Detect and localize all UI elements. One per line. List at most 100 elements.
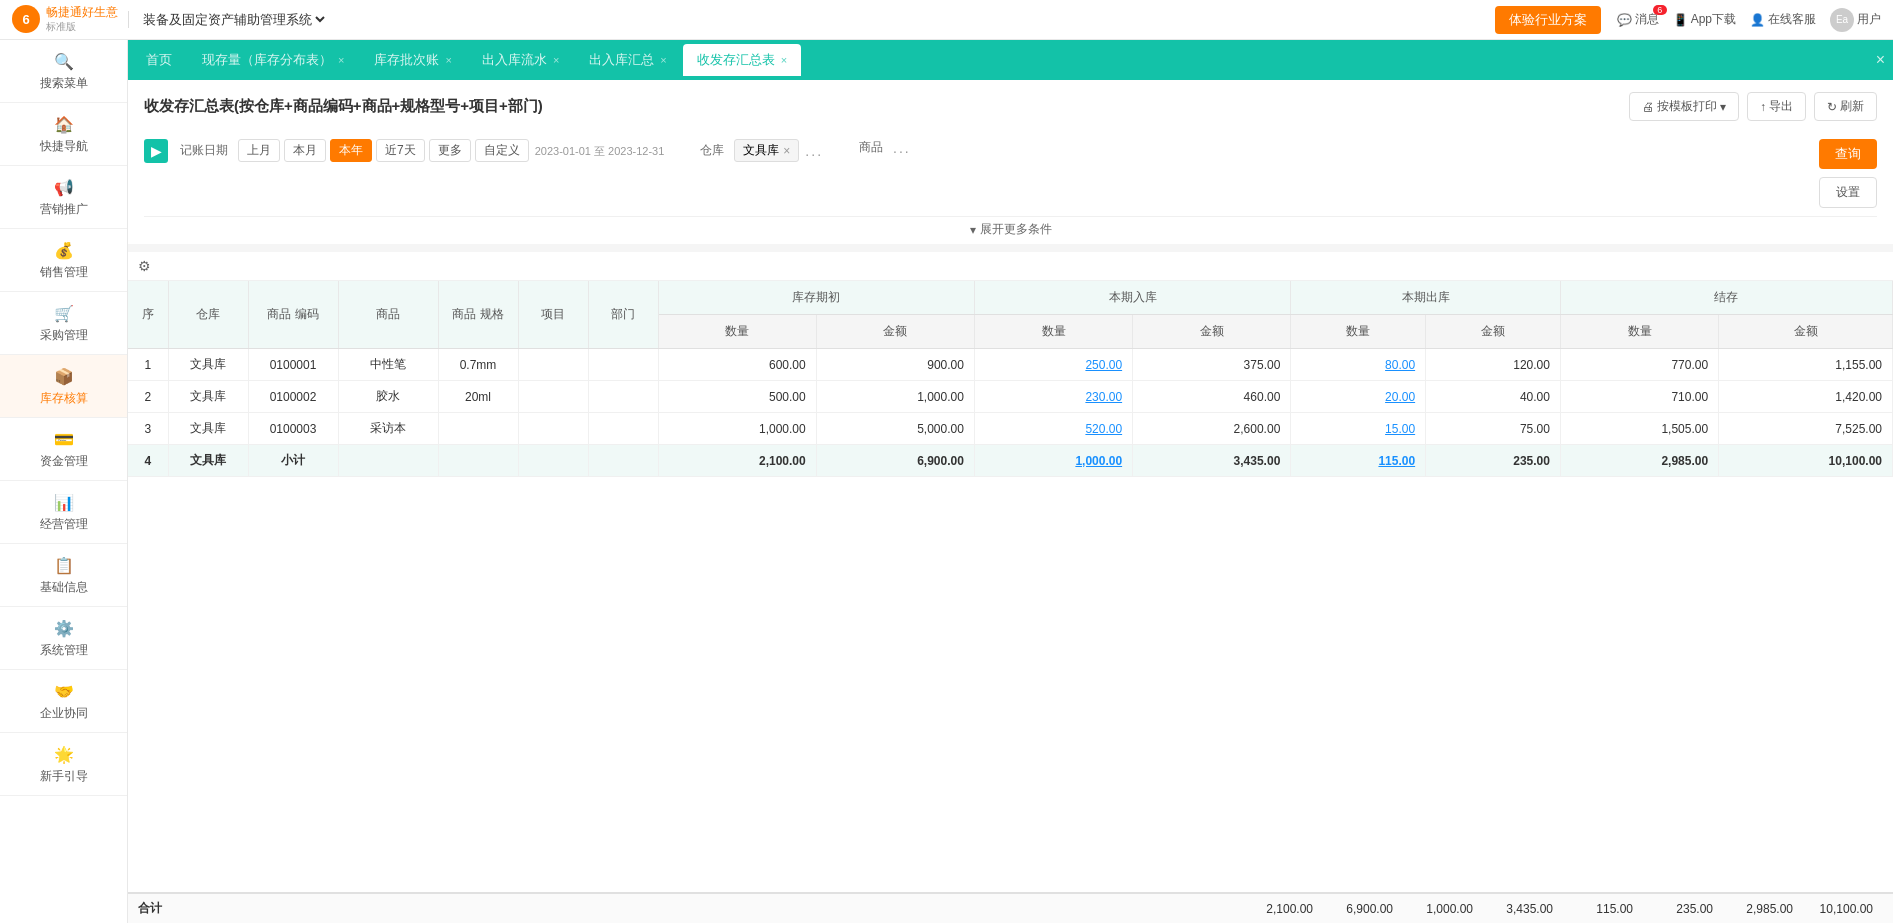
row3-open-qty: 1,000.00 [658,413,816,445]
expand-button[interactable]: ▾ 展开更多条件 [970,221,1052,238]
row3-out-qty[interactable]: 15.00 [1291,413,1426,445]
sidebar-item-operations[interactable]: 📊 经营管理 [0,481,127,544]
row1-in-qty[interactable]: 250.00 [974,349,1132,381]
row2-out-qty[interactable]: 20.00 [1291,381,1426,413]
tab-receive-summary[interactable]: 收发存汇总表 × [683,44,801,76]
date-custom[interactable]: 自定义 [475,139,529,162]
sidebar-item-newbie[interactable]: 🌟 新手引导 [0,733,127,796]
online-service-item[interactable]: 👤 在线客服 [1750,11,1816,28]
app-download-label: App下载 [1691,11,1736,28]
app-download-item[interactable]: 📱 App下载 [1673,11,1736,28]
subtotal-empty2 [438,445,518,477]
print-button[interactable]: 🖨 按模板打印 ▾ [1629,92,1739,121]
tab-stock-dist-close[interactable]: × [338,54,344,66]
system-selector[interactable]: 装备及固定资产辅助管理系统 [139,11,328,28]
footer-label: 合计 [138,900,558,917]
row3-warehouse: 文具库 [168,413,248,445]
export-button[interactable]: ↑ 导出 [1747,92,1806,121]
sidebar-item-purchase[interactable]: 🛒 采购管理 [0,292,127,355]
user-item[interactable]: Ea 用户 [1830,8,1881,32]
expand-icon: ▾ [970,223,976,237]
row3-bal-qty: 1,505.00 [1560,413,1718,445]
tab-home[interactable]: 首页 [132,44,186,76]
date-more[interactable]: 更多 [429,139,471,162]
message-item[interactable]: 💬 消息 6 [1617,11,1659,28]
row3-dept [588,413,658,445]
row2-in-qty[interactable]: 230.00 [974,381,1132,413]
row3-out-amt: 75.00 [1426,413,1561,445]
service-icon: 👤 [1750,13,1765,27]
warehouse-tag[interactable]: 文具库 × [734,139,799,162]
user-label: 用户 [1857,11,1881,28]
avatar: Ea [1830,8,1854,32]
row2-code: 0100002 [248,381,338,413]
tab-batch[interactable]: 库存批次账 × [360,44,465,76]
search-icon: 🔍 [54,52,74,71]
tab-receive-summary-label: 收发存汇总表 [697,51,775,69]
row2-warehouse: 文具库 [168,381,248,413]
tab-bar-close-all[interactable]: × [1876,51,1885,69]
warehouse-label: 仓库 [700,142,724,159]
settings-button[interactable]: 设置 [1819,177,1877,208]
table-wrapper: ⚙ 序 仓库 商品 编码 商品 商品 规格 项目 部门 库存期初 [128,252,1893,892]
subtotal-label: 小计 [248,445,338,477]
row3-in-qty[interactable]: 520.00 [974,413,1132,445]
tab-batch-close[interactable]: × [445,54,451,66]
refresh-button[interactable]: ↻ 刷新 [1814,92,1877,121]
col-inbound-header: 本期入库 [974,281,1290,315]
row1-open-qty: 600.00 [658,349,816,381]
tab-inout-summary[interactable]: 出入库汇总 × [575,44,680,76]
sidebar-item-base-info[interactable]: 📋 基础信息 [0,544,127,607]
sidebar-item-marketing[interactable]: 📢 营销推广 [0,166,127,229]
top-actions: 体验行业方案 💬 消息 6 📱 App下载 👤 在线客服 Ea 用户 [1495,6,1881,34]
row2-open-amt: 1,000.00 [816,381,974,413]
tab-inout-summary-close[interactable]: × [660,54,666,66]
sidebar-item-inventory[interactable]: 📦 库存核算 [0,355,127,418]
box-icon: 📦 [54,367,74,386]
sidebar-item-finance[interactable]: 💳 资金管理 [0,418,127,481]
row2-project [518,381,588,413]
sidebar-item-quick-nav[interactable]: 🏠 快捷导航 [0,103,127,166]
tab-inout-flow-close[interactable]: × [553,54,559,66]
sidebar-item-system[interactable]: ⚙️ 系统管理 [0,607,127,670]
sidebar-item-sales[interactable]: 💰 销售管理 [0,229,127,292]
tab-inout-flow[interactable]: 出入库流水 × [468,44,573,76]
footer-bal-qty: 2,985.00 [1723,902,1803,916]
sidebar-item-enterprise[interactable]: 🤝 企业协同 [0,670,127,733]
subtotal-out-amt: 235.00 [1426,445,1561,477]
logo-icon: 6 [12,5,40,33]
online-service-label: 在线客服 [1768,11,1816,28]
table-settings-icon[interactable]: ⚙ [138,258,151,274]
query-button[interactable]: 查询 [1819,139,1877,169]
row1-out-qty[interactable]: 80.00 [1291,349,1426,381]
date-last7days[interactable]: 近7天 [376,139,425,162]
card-icon: 💳 [54,430,74,449]
refresh-icon: ↻ [1827,100,1837,114]
sidebar-item-search[interactable]: 🔍 搜索菜单 [0,40,127,103]
footer-spacer: 2,100.00 6,900.00 1,000.00 3,435.00 115.… [568,902,1883,916]
home-icon: 🏠 [54,115,74,134]
subtotal-in-qty[interactable]: 1,000.00 [974,445,1132,477]
warehouse-ellipsis[interactable]: ... [805,143,823,159]
date-this-month[interactable]: 本月 [284,139,326,162]
print-icon: 🖨 [1642,100,1654,114]
col-out-qty: 数量 [1291,315,1426,349]
row1-warehouse: 文具库 [168,349,248,381]
goods-ellipsis[interactable]: ... [893,140,911,156]
tab-receive-summary-close[interactable]: × [781,54,787,66]
subtotal-empty4 [588,445,658,477]
tab-stock-dist[interactable]: 现存量（库存分布表） × [188,44,358,76]
subtotal-out-qty[interactable]: 115.00 [1291,445,1426,477]
expand-row: ▾ 展开更多条件 [144,216,1877,244]
warehouse-tag-close[interactable]: × [783,144,790,158]
row1-bal-amt: 1,155.00 [1719,349,1893,381]
date-prev-month[interactable]: 上月 [238,139,280,162]
filter-toggle[interactable]: ▶ [144,139,168,163]
data-table: 序 仓库 商品 编码 商品 商品 规格 项目 部门 库存期初 本期入库 本期出库… [128,281,1893,477]
col-name-header: 商品 [338,281,438,349]
subtotal-open-amt: 6,900.00 [816,445,974,477]
date-this-year[interactable]: 本年 [330,139,372,162]
trial-button[interactable]: 体验行业方案 [1495,6,1601,34]
table-footer: 合计 2,100.00 6,900.00 1,000.00 3,435.00 1… [128,892,1893,923]
top-bar: 6 畅捷通好生意 标准版 装备及固定资产辅助管理系统 体验行业方案 💬 消息 6… [0,0,1893,40]
